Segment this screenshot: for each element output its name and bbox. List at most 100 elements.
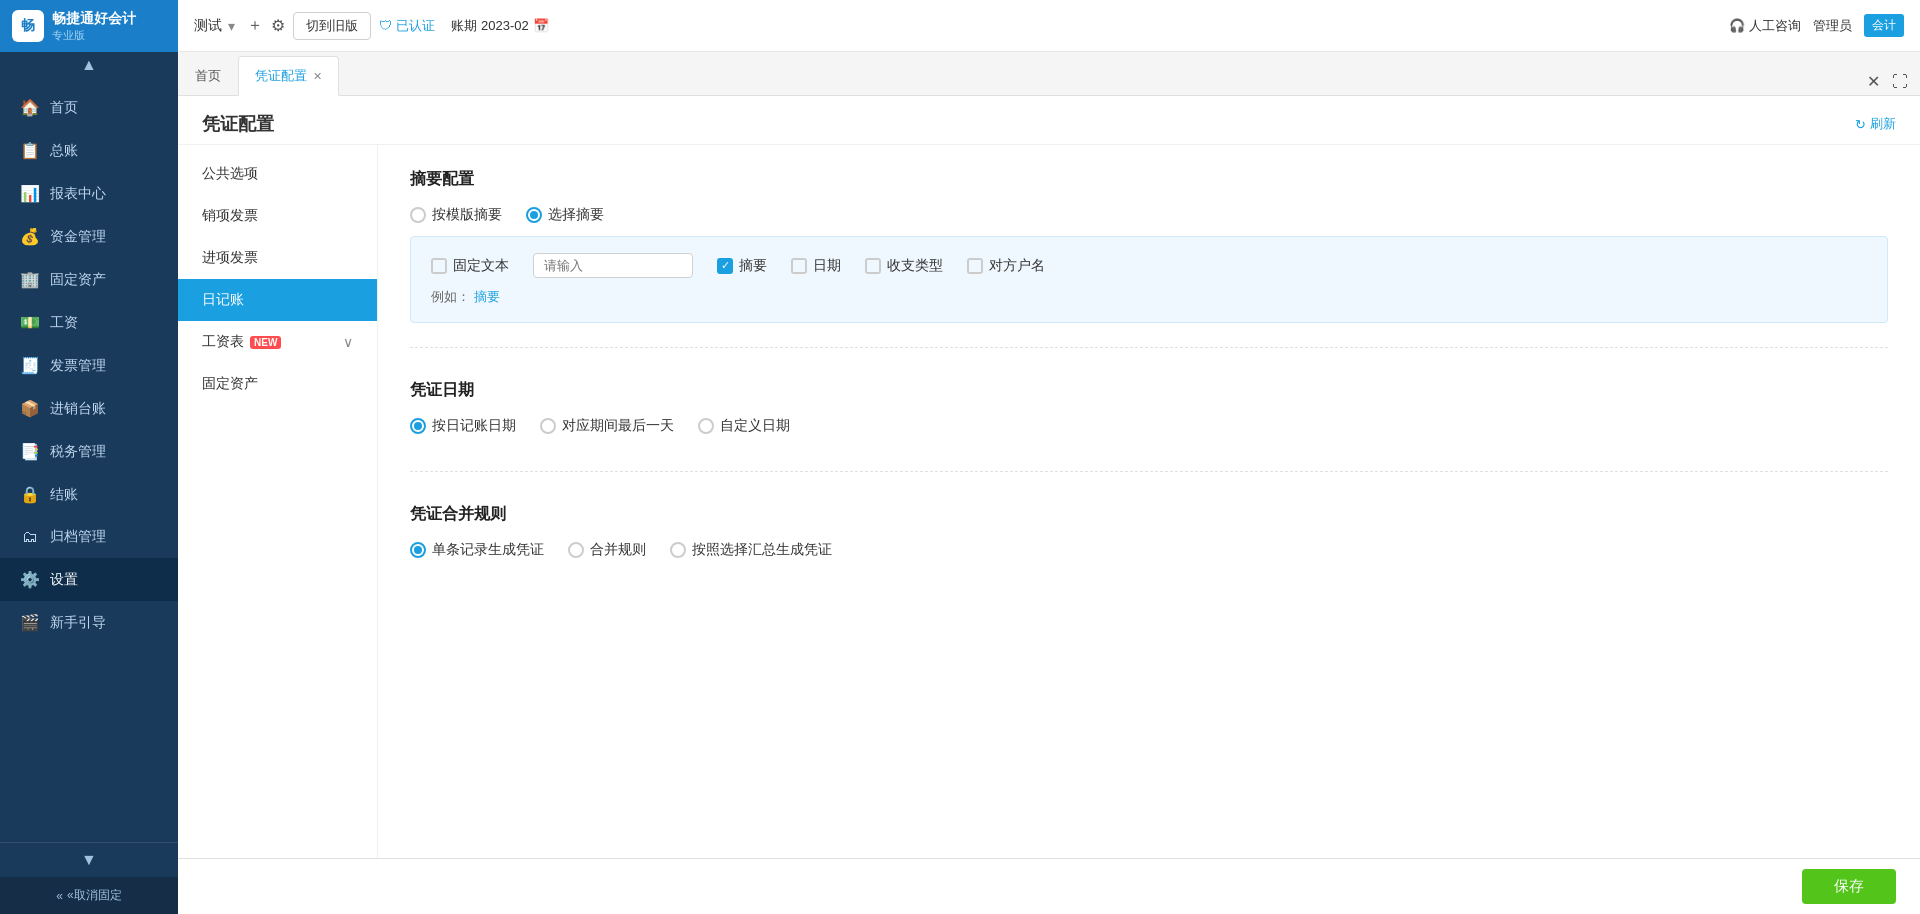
headset-icon: 🎧: [1729, 18, 1745, 33]
sidebar-item-label: 新手引导: [50, 614, 106, 632]
tabbar-right: ✕ ⛶: [1863, 68, 1920, 95]
settings-icon: ⚙️: [20, 570, 40, 589]
bottom-bar: 保存: [178, 858, 1920, 914]
sidebar-item-tax[interactable]: 📑 税务管理: [0, 430, 178, 473]
sidebar-item-label: 发票管理: [50, 357, 106, 375]
checkbox-counterpart-box: [967, 258, 983, 274]
guide-icon: 🎬: [20, 613, 40, 632]
cancel-fixed-button[interactable]: « «取消固定: [0, 877, 178, 914]
radio-merge-rule-circle: [568, 542, 584, 558]
topbar: 测试 ▾ ＋ ⚙ 切到旧版 🛡 已认证 账期 2023-02 📅 🎧 人工咨询 …: [178, 0, 1920, 52]
summary-checkbox-label: 摘要: [739, 257, 767, 275]
checkbox-summary-box: ✓: [717, 258, 733, 274]
switch-version-button[interactable]: 切到旧版: [293, 12, 371, 40]
tab-voucher-config[interactable]: 凭证配置 ✕: [238, 56, 339, 96]
example-value: 摘要: [474, 289, 500, 304]
close-tab-icon[interactable]: ✕: [1863, 68, 1884, 95]
payroll-table-label: 工资表: [202, 333, 244, 351]
sidebar-item-guide[interactable]: 🎬 新手引导: [0, 601, 178, 644]
closing-icon: 🔒: [20, 485, 40, 504]
sidebar-item-ledger[interactable]: 📋 总账: [0, 129, 178, 172]
refresh-icon: ↻: [1855, 117, 1866, 132]
radio-period-last[interactable]: 对应期间最后一天: [540, 417, 674, 435]
left-nav-journal[interactable]: 日记账: [178, 279, 377, 321]
date-checkbox-label: 日期: [813, 257, 841, 275]
fixed-text-input[interactable]: [533, 253, 693, 278]
sidebar-item-label: 总账: [50, 142, 78, 160]
sidebar-item-invoice[interactable]: 🧾 发票管理: [0, 344, 178, 387]
refresh-button[interactable]: ↻ 刷新: [1855, 115, 1896, 133]
radio-custom-date[interactable]: 自定义日期: [698, 417, 790, 435]
sidebar-item-archive[interactable]: 🗂 归档管理: [0, 516, 178, 558]
left-nav-sales-invoice[interactable]: 销项发票: [178, 195, 377, 237]
role-badge[interactable]: 会计: [1864, 14, 1904, 37]
radio-single-record[interactable]: 单条记录生成凭证: [410, 541, 544, 559]
topbar-project: 测试 ▾: [194, 17, 235, 35]
sidebar-scroll-up[interactable]: ▲: [0, 52, 178, 78]
gear-icon[interactable]: ⚙: [271, 16, 285, 35]
sidebar-item-closing[interactable]: 🔒 结账: [0, 473, 178, 516]
radio-select-circle: [526, 207, 542, 223]
tabbar: 首页 凭证配置 ✕ ✕ ⛶: [178, 52, 1920, 96]
sidebar-scroll-down[interactable]: ▼: [0, 842, 178, 877]
sidebar-item-home[interactable]: 🏠 首页: [0, 86, 178, 129]
checkbox-date[interactable]: 日期: [791, 257, 841, 275]
logo-icon: 畅: [12, 10, 44, 42]
sidebar: 畅 畅捷通好会计 专业版 ▲ 🏠 首页 📋 总账 📊 报表中心 💰 资金管理 🏢…: [0, 0, 178, 914]
sidebar-item-label: 税务管理: [50, 443, 106, 461]
expand-icon[interactable]: ⛶: [1888, 69, 1912, 95]
finance-icon: 💰: [20, 227, 40, 246]
archive-icon: 🗂: [20, 528, 40, 546]
cancel-fixed-label: «取消固定: [67, 887, 122, 904]
sidebar-item-label: 归档管理: [50, 528, 106, 546]
journal-date-label: 按日记账日期: [432, 417, 516, 435]
save-button[interactable]: 保存: [1802, 869, 1896, 904]
calendar-icon[interactable]: 📅: [533, 18, 549, 33]
sidebar-item-settings[interactable]: ⚙️ 设置: [0, 558, 178, 601]
radio-period-last-circle: [540, 418, 556, 434]
chevron-down-icon[interactable]: ▾: [228, 18, 235, 34]
merge-radio-group: 单条记录生成凭证 合并规则 按照选择汇总生成凭证: [410, 541, 1888, 559]
radio-select-merge[interactable]: 按照选择汇总生成凭证: [670, 541, 832, 559]
tab-home-label: 首页: [195, 67, 221, 85]
tab-home[interactable]: 首页: [178, 55, 238, 95]
sidebar-item-reports[interactable]: 📊 报表中心: [0, 172, 178, 215]
assets-icon: 🏢: [20, 270, 40, 289]
left-nav-purchase-invoice[interactable]: 进项发票: [178, 237, 377, 279]
user-name[interactable]: 管理员: [1813, 17, 1852, 35]
merge-title: 凭证合并规则: [410, 504, 1888, 525]
radio-merge-rule[interactable]: 合并规则: [568, 541, 646, 559]
left-nav: 公共选项 销项发票 进项发票 日记账 工资表 NEW ∨ 固定资产: [178, 145, 378, 914]
sidebar-item-label: 结账: [50, 486, 78, 504]
checkbox-fixed-text[interactable]: 固定文本: [431, 257, 509, 275]
left-nav-fixed-assets[interactable]: 固定资产: [178, 363, 377, 405]
sidebar-item-label: 报表中心: [50, 185, 106, 203]
income-type-label: 收支类型: [887, 257, 943, 275]
checkbox-counterpart[interactable]: 对方户名: [967, 257, 1045, 275]
content-area: 凭证配置 ↻ 刷新 公共选项 销项发票 进项发票 日记账 工资表 NEW: [178, 96, 1920, 914]
layout: 公共选项 销项发票 进项发票 日记账 工资表 NEW ∨ 固定资产: [178, 145, 1920, 914]
counterpart-label: 对方户名: [989, 257, 1045, 275]
summary-radio-group: 按模版摘要 选择摘要: [410, 206, 1888, 224]
radio-journal-date[interactable]: 按日记账日期: [410, 417, 516, 435]
left-nav-public[interactable]: 公共选项: [178, 153, 377, 195]
checkbox-fixed-text-box: [431, 258, 447, 274]
sidebar-item-payroll[interactable]: 💵 工资: [0, 301, 178, 344]
shield-icon: 🛡: [379, 18, 392, 33]
checkbox-summary[interactable]: ✓ 摘要: [717, 257, 767, 275]
checkbox-income-type[interactable]: 收支类型: [865, 257, 943, 275]
radio-select-summary[interactable]: 选择摘要: [526, 206, 604, 224]
radio-select-label: 选择摘要: [548, 206, 604, 224]
sidebar-item-finance[interactable]: 💰 资金管理: [0, 215, 178, 258]
left-nav-payroll-table[interactable]: 工资表 NEW ∨: [178, 321, 377, 363]
verified-label: 已认证: [396, 17, 435, 35]
sidebar-item-assets[interactable]: 🏢 固定资产: [0, 258, 178, 301]
sidebar-item-sales[interactable]: 📦 进销台账: [0, 387, 178, 430]
tab-close-icon[interactable]: ✕: [313, 70, 322, 83]
page-title: 凭证配置: [202, 112, 274, 136]
radio-template-summary[interactable]: 按模版摘要: [410, 206, 502, 224]
add-icon[interactable]: ＋: [247, 15, 263, 36]
consult-button[interactable]: 🎧 人工咨询: [1729, 17, 1801, 35]
refresh-label: 刷新: [1870, 115, 1896, 133]
custom-date-label: 自定义日期: [720, 417, 790, 435]
